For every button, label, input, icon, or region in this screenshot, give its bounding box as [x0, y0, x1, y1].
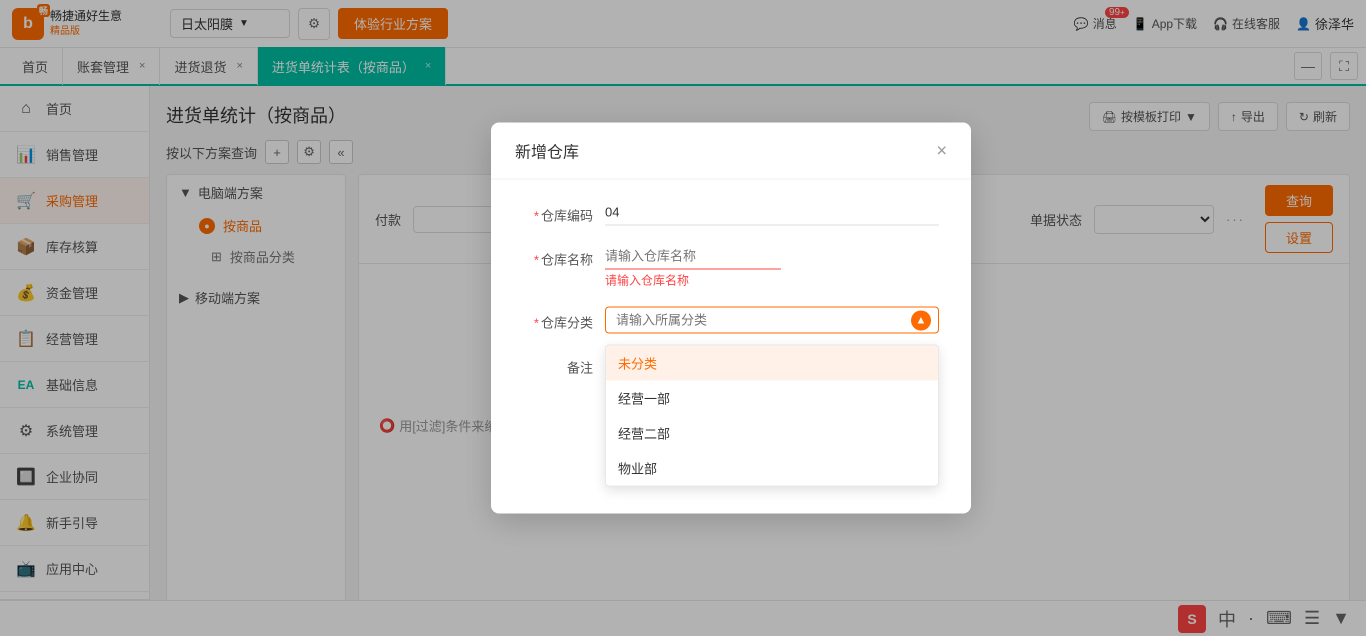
remark-label: 备注 — [523, 352, 593, 377]
dialog-title: 新增仓库 — [515, 139, 579, 163]
category-input[interactable] — [605, 307, 939, 334]
name-control-wrap: 请输入仓库名称 — [605, 244, 939, 289]
dropdown-option-uncategorized[interactable]: 未分类 — [606, 346, 938, 381]
dropdown-option-ops1[interactable]: 经营一部 — [606, 381, 938, 416]
category-select-wrap: ▲ 未分类 经营一部 经营二部 物业部 — [605, 307, 939, 334]
code-row: *仓库编码 — [523, 200, 939, 226]
new-warehouse-dialog: 新增仓库 × *仓库编码 *仓库名称 请输入仓库名称 *仓库分类 — [491, 123, 971, 514]
name-row: *仓库名称 请输入仓库名称 — [523, 244, 939, 289]
name-input[interactable] — [605, 244, 781, 270]
category-row: *仓库分类 ▲ 未分类 经营一部 经营二部 物业部 — [523, 307, 939, 334]
name-label: *仓库名称 — [523, 244, 593, 269]
dialog-header: 新增仓库 × — [491, 123, 971, 180]
code-label: *仓库编码 — [523, 200, 593, 225]
dialog-close-button[interactable]: × — [936, 140, 947, 161]
dropdown-option-property[interactable]: 物业部 — [606, 451, 938, 486]
select-arrow-icon[interactable]: ▲ — [911, 310, 931, 330]
category-label: *仓库分类 — [523, 307, 593, 332]
category-dropdown: 未分类 经营一部 经营二部 物业部 — [605, 345, 939, 487]
dropdown-option-ops2[interactable]: 经营二部 — [606, 416, 938, 451]
dialog-body: *仓库编码 *仓库名称 请输入仓库名称 *仓库分类 ▲ 未 — [491, 180, 971, 440]
code-input[interactable] — [605, 200, 939, 226]
name-error-text: 请输入仓库名称 — [605, 272, 939, 289]
